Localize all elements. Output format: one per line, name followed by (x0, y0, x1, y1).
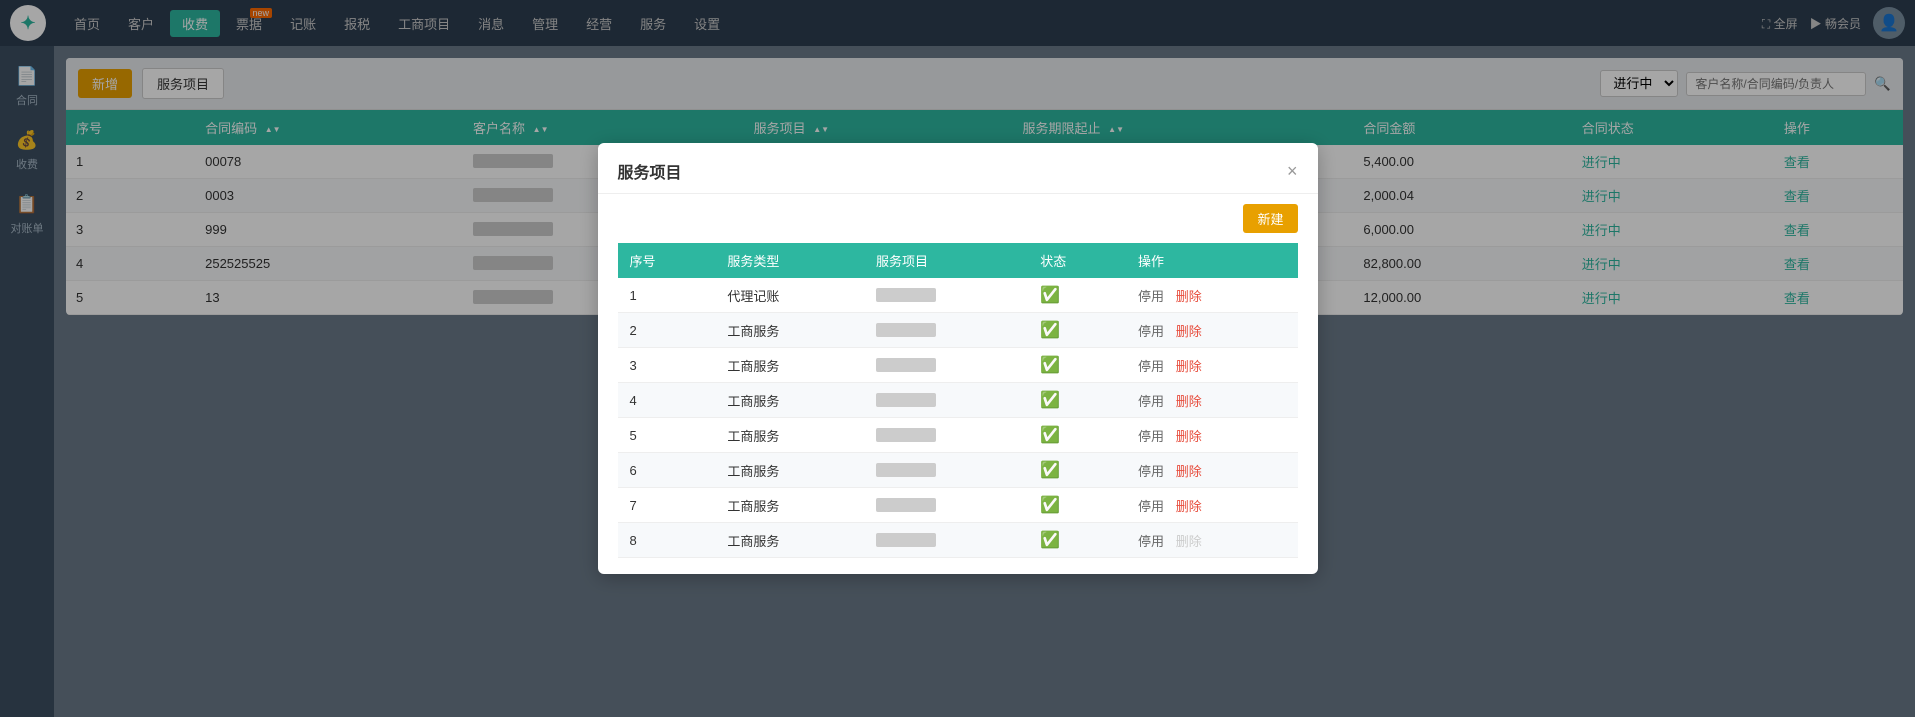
modal-title: 服务项目 (618, 159, 682, 183)
modal-cell-status: ✅ (1028, 523, 1126, 558)
modal-cell-status: ✅ (1028, 383, 1126, 418)
list-item: 4 工商服务 ✅ 停用 删除 (618, 383, 1298, 418)
delete-button: 删除 (1176, 534, 1202, 549)
modal-cell-item (864, 418, 1028, 453)
modal-cell-action: 停用 删除 (1126, 278, 1297, 313)
list-item: 1 代理记账 ✅ 停用 删除 (618, 278, 1298, 313)
delete-button[interactable]: 删除 (1176, 499, 1202, 514)
modal-cell-action: 停用 删除 (1126, 488, 1297, 523)
modal-cell-item (864, 488, 1028, 523)
modal-header: 服务项目 × (598, 143, 1318, 194)
modal-cell-action: 停用 删除 (1126, 348, 1297, 383)
modal-cell-type: 工商服务 (715, 418, 864, 453)
delete-button[interactable]: 删除 (1176, 324, 1202, 339)
modal-col-seq: 序号 (618, 243, 716, 278)
status-check-icon: ✅ (1040, 427, 1060, 444)
service-modal: 服务项目 × 新建 序号 服务类型 服务项目 状态 操作 1 代理记账 (598, 143, 1318, 574)
status-check-icon: ✅ (1040, 357, 1060, 374)
status-check-icon: ✅ (1040, 462, 1060, 479)
stop-button[interactable]: 停用 (1138, 464, 1164, 479)
modal-cell-type: 工商服务 (715, 453, 864, 488)
modal-cell-seq: 6 (618, 453, 716, 488)
status-check-icon: ✅ (1040, 392, 1060, 409)
list-item: 5 工商服务 ✅ 停用 删除 (618, 418, 1298, 453)
status-check-icon: ✅ (1040, 287, 1060, 304)
modal-cell-type: 工商服务 (715, 523, 864, 558)
modal-col-status: 状态 (1028, 243, 1126, 278)
modal-cell-status: ✅ (1028, 453, 1126, 488)
modal-overlay: 服务项目 × 新建 序号 服务类型 服务项目 状态 操作 1 代理记账 (0, 0, 1915, 717)
list-item: 3 工商服务 ✅ 停用 删除 (618, 348, 1298, 383)
modal-cell-item (864, 383, 1028, 418)
delete-button[interactable]: 删除 (1176, 359, 1202, 374)
modal-body: 序号 服务类型 服务项目 状态 操作 1 代理记账 ✅ 停用 删除 2 工商服务… (598, 243, 1318, 574)
modal-col-type: 服务类型 (715, 243, 864, 278)
modal-cell-seq: 5 (618, 418, 716, 453)
modal-cell-item (864, 453, 1028, 488)
modal-cell-status: ✅ (1028, 313, 1126, 348)
list-item: 2 工商服务 ✅ 停用 删除 (618, 313, 1298, 348)
modal-col-item: 服务项目 (864, 243, 1028, 278)
modal-cell-item (864, 313, 1028, 348)
modal-cell-seq: 3 (618, 348, 716, 383)
modal-close-button[interactable]: × (1287, 161, 1298, 182)
modal-cell-type: 代理记账 (715, 278, 864, 313)
status-check-icon: ✅ (1040, 497, 1060, 514)
modal-cell-type: 工商服务 (715, 348, 864, 383)
delete-button[interactable]: 删除 (1176, 289, 1202, 304)
status-check-icon: ✅ (1040, 532, 1060, 549)
stop-button[interactable]: 停用 (1138, 324, 1164, 339)
list-item: 6 工商服务 ✅ 停用 删除 (618, 453, 1298, 488)
modal-cell-action: 停用 删除 (1126, 453, 1297, 488)
modal-cell-seq: 2 (618, 313, 716, 348)
modal-cell-seq: 1 (618, 278, 716, 313)
modal-cell-type: 工商服务 (715, 488, 864, 523)
modal-toolbar: 新建 (598, 194, 1318, 243)
modal-col-action: 操作 (1126, 243, 1297, 278)
modal-cell-action: 停用 删除 (1126, 313, 1297, 348)
delete-button[interactable]: 删除 (1176, 464, 1202, 479)
stop-button[interactable]: 停用 (1138, 429, 1164, 444)
modal-cell-action: 停用 删除 (1126, 383, 1297, 418)
modal-new-button[interactable]: 新建 (1243, 204, 1297, 233)
modal-cell-type: 工商服务 (715, 313, 864, 348)
modal-cell-status: ✅ (1028, 488, 1126, 523)
stop-button[interactable]: 停用 (1138, 394, 1164, 409)
modal-cell-seq: 7 (618, 488, 716, 523)
stop-button[interactable]: 停用 (1138, 289, 1164, 304)
modal-cell-action: 停用 删除 (1126, 418, 1297, 453)
stop-button[interactable]: 停用 (1138, 534, 1164, 549)
modal-cell-item (864, 348, 1028, 383)
modal-cell-action: 停用 删除 (1126, 523, 1297, 558)
list-item: 8 工商服务 ✅ 停用 删除 (618, 523, 1298, 558)
modal-cell-status: ✅ (1028, 278, 1126, 313)
modal-cell-type: 工商服务 (715, 383, 864, 418)
modal-cell-seq: 4 (618, 383, 716, 418)
list-item: 7 工商服务 ✅ 停用 删除 (618, 488, 1298, 523)
modal-cell-item (864, 278, 1028, 313)
stop-button[interactable]: 停用 (1138, 359, 1164, 374)
modal-cell-status: ✅ (1028, 418, 1126, 453)
service-table: 序号 服务类型 服务项目 状态 操作 1 代理记账 ✅ 停用 删除 2 工商服务… (618, 243, 1298, 558)
stop-button[interactable]: 停用 (1138, 499, 1164, 514)
modal-cell-item (864, 523, 1028, 558)
modal-cell-status: ✅ (1028, 348, 1126, 383)
delete-button[interactable]: 删除 (1176, 394, 1202, 409)
modal-cell-seq: 8 (618, 523, 716, 558)
delete-button[interactable]: 删除 (1176, 429, 1202, 444)
status-check-icon: ✅ (1040, 322, 1060, 339)
